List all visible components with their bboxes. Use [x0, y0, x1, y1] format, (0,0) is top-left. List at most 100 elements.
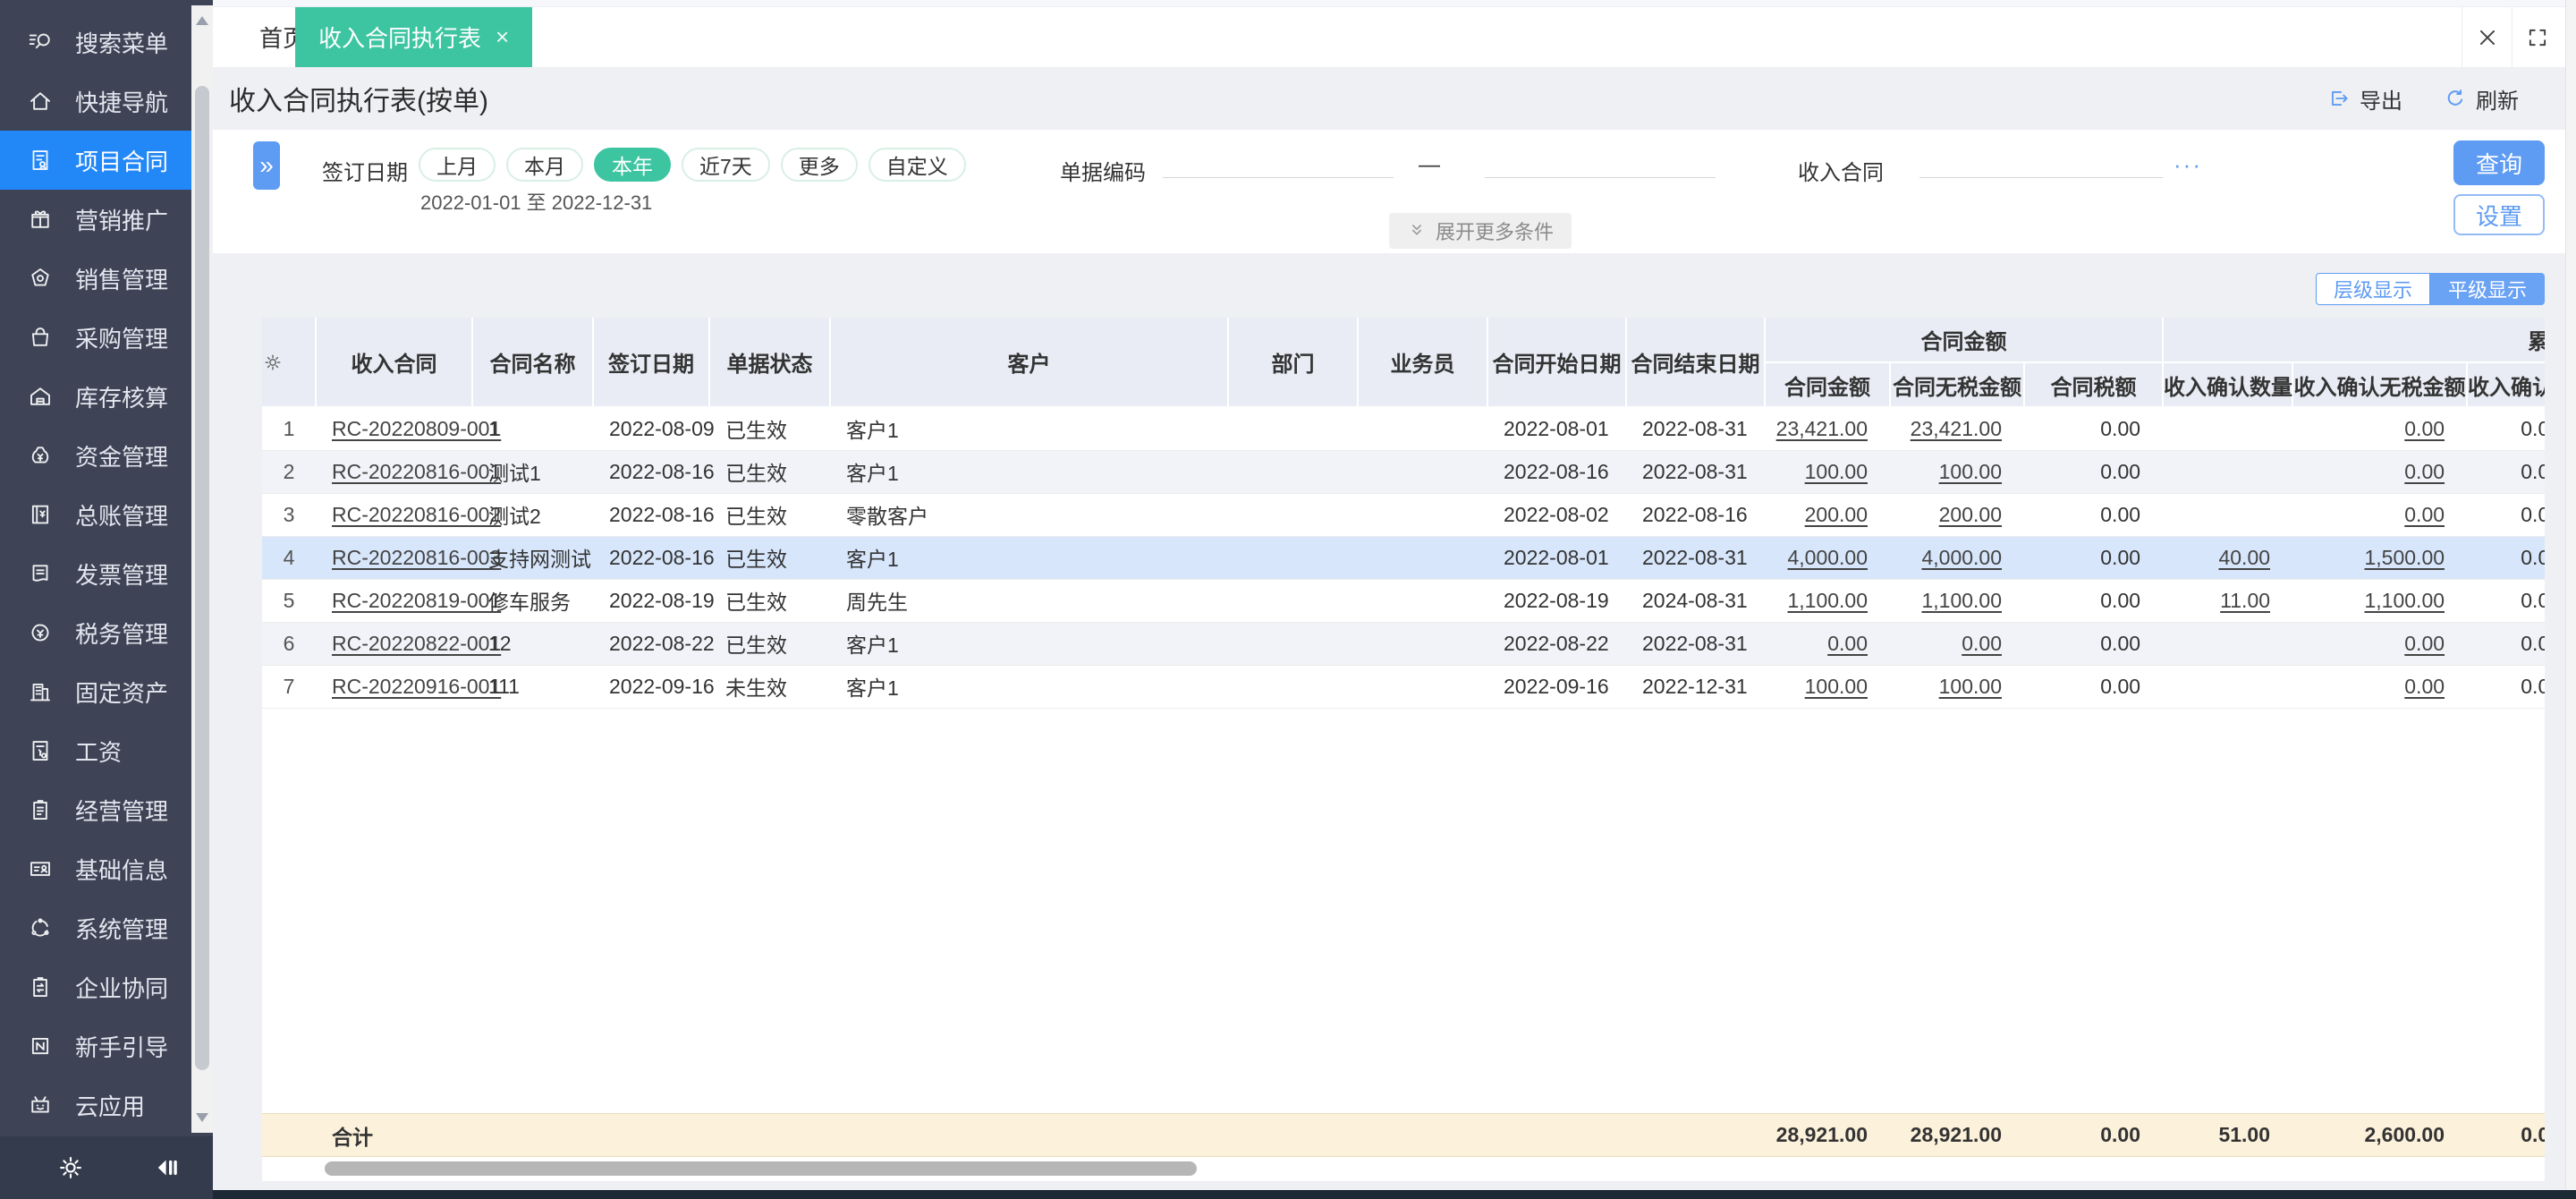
- doc-code-from-input[interactable]: [1163, 140, 1394, 178]
- sidebar-item-clipboard[interactable]: 经营管理: [0, 780, 191, 839]
- scroll-down-arrow-icon[interactable]: [196, 1113, 208, 1122]
- sidebar-item-guide[interactable]: 新手引导: [0, 1016, 191, 1076]
- contract-code-link[interactable]: RC-20220809-001: [332, 417, 501, 440]
- sidebar-item-search[interactable]: 搜索菜单: [0, 13, 191, 72]
- amount-link[interactable]: 23,421.00: [1776, 417, 1868, 440]
- date-pill[interactable]: 本年: [594, 148, 671, 182]
- sidebar-item-moneybag[interactable]: 资金管理: [0, 426, 191, 485]
- sidebar-item-bag[interactable]: 采购管理: [0, 308, 191, 367]
- contract-code-link[interactable]: RC-20220816-002: [332, 503, 501, 526]
- refresh-button[interactable]: 刷新: [2444, 83, 2519, 115]
- sidebar-item-salary[interactable]: 工资: [0, 721, 191, 780]
- tab-close-icon[interactable]: ×: [496, 23, 509, 51]
- scroll-up-arrow-icon[interactable]: [196, 16, 208, 25]
- expand-more-conditions-button[interactable]: 展开更多条件: [1389, 213, 1572, 249]
- amount-link[interactable]: 0.00: [2404, 503, 2445, 526]
- column-header[interactable]: 收入确认税额: [2467, 362, 2545, 408]
- close-icon[interactable]: [2462, 7, 2512, 67]
- amount-link[interactable]: 1,100.00: [1921, 589, 2002, 612]
- vertical-scrollbar[interactable]: [2565, 0, 2576, 1190]
- amount-link[interactable]: 100.00: [1805, 675, 1868, 698]
- settings-button[interactable]: 设置: [2453, 194, 2545, 235]
- date-pill[interactable]: 更多: [780, 148, 858, 182]
- amount-link[interactable]: 40.00: [2218, 546, 2270, 569]
- column-header[interactable]: 客户: [830, 318, 1229, 408]
- table-row[interactable]: 5 RC-20220819-001 修车服务 2022-08-19 已生效 周先生 2022…: [262, 579, 2545, 623]
- amount-link[interactable]: 4,000.00: [1921, 546, 2002, 569]
- date-pill[interactable]: 上月: [419, 148, 496, 182]
- amount-link[interactable]: 0.00: [2404, 417, 2445, 440]
- amount-link[interactable]: 0.00: [2404, 460, 2445, 483]
- query-button[interactable]: 查询: [2453, 140, 2545, 185]
- column-header[interactable]: 合同开始日期: [1487, 318, 1627, 408]
- sidebar-item-contract[interactable]: 项目合同: [0, 131, 191, 190]
- column-header[interactable]: 收入确认数量: [2163, 362, 2294, 408]
- amount-link[interactable]: 0.00: [2404, 675, 2445, 698]
- sidebar-item-invoice[interactable]: 发票管理: [0, 544, 191, 603]
- column-header[interactable]: 合同金额: [1765, 362, 1891, 408]
- date-pill[interactable]: 自定义: [868, 148, 966, 182]
- sidebar-scrollbar-thumb[interactable]: [195, 86, 209, 1070]
- date-pill[interactable]: 近7天: [682, 148, 770, 182]
- contract-code-link[interactable]: RC-20220816-001: [332, 460, 501, 483]
- amount-link[interactable]: 200.00: [1939, 503, 2002, 526]
- filter-collapse-button[interactable]: »: [253, 141, 280, 190]
- date-pill[interactable]: 本月: [506, 148, 583, 182]
- sidebar-item-warehouse[interactable]: 库存核算: [0, 367, 191, 426]
- flat-display-button[interactable]: 平级显示: [2430, 273, 2545, 305]
- more-options-ellipsis-icon[interactable]: ···: [2174, 151, 2202, 179]
- contract-code-link[interactable]: RC-20220916-001: [332, 675, 501, 698]
- sidebar-item-cloudapp[interactable]: 云应用: [0, 1076, 191, 1135]
- sidebar-item-system[interactable]: 系统管理: [0, 898, 191, 957]
- horizontal-scrollbar[interactable]: [262, 1157, 2545, 1181]
- collapse-sidebar-icon[interactable]: [152, 1152, 182, 1183]
- doc-code-to-input[interactable]: [1485, 140, 1716, 178]
- amount-link[interactable]: 100.00: [1939, 675, 2002, 698]
- column-header[interactable]: 合同税额: [2024, 362, 2165, 408]
- tab-income-contract-report[interactable]: 收入合同执行表 ×: [295, 7, 533, 67]
- column-header[interactable]: 部门: [1228, 318, 1359, 408]
- table-row[interactable]: 7 RC-20220916-001 111 2022-09-16 未生效 客户1 2022-…: [262, 665, 2545, 709]
- amount-link[interactable]: 100.00: [1805, 460, 1868, 483]
- contract-code-link[interactable]: RC-20220816-003: [332, 546, 501, 569]
- column-header[interactable]: 收入确认无税金额: [2292, 362, 2469, 408]
- sidebar-item-home[interactable]: 快捷导航: [0, 72, 191, 131]
- column-header[interactable]: 合同结束日期: [1626, 318, 1766, 408]
- column-header[interactable]: 单据状态: [709, 318, 831, 408]
- sidebar-item-ledger[interactable]: 总账管理: [0, 485, 191, 544]
- amount-link[interactable]: 100.00: [1939, 460, 2002, 483]
- table-row[interactable]: 2 RC-20220816-001 测试1 2022-08-16 已生效 客户1 2022-…: [262, 450, 2545, 494]
- amount-link[interactable]: 0.00: [1962, 632, 2002, 655]
- income-contract-input[interactable]: [1919, 140, 2163, 178]
- table-row[interactable]: 1 RC-20220809-001 1 2022-08-09 已生效 客户1 2022-08…: [262, 407, 2545, 451]
- sidebar-item-idcard[interactable]: 基础信息: [0, 839, 191, 898]
- sidebar-item-gift[interactable]: 营销推广: [0, 190, 191, 249]
- amount-link[interactable]: 0.00: [1827, 632, 1868, 655]
- settings-gear-icon[interactable]: [55, 1152, 86, 1183]
- amount-link[interactable]: 11.00: [2220, 589, 2270, 612]
- table-row[interactable]: 3 RC-20220816-002 测试2 2022-08-16 已生效 零散客户 2022…: [262, 493, 2545, 537]
- amount-link[interactable]: 1,500.00: [2365, 546, 2445, 569]
- column-header[interactable]: 业务员: [1358, 318, 1488, 408]
- contract-code-link[interactable]: RC-20220822-001: [332, 632, 501, 655]
- amount-link[interactable]: 4,000.00: [1787, 546, 1868, 569]
- column-header[interactable]: 签订日期: [593, 318, 710, 408]
- date-range-value[interactable]: 2022-01-01 至 2022-12-31: [420, 187, 652, 216]
- amount-link[interactable]: 0.00: [2404, 632, 2445, 655]
- hierarchy-display-button[interactable]: 层级显示: [2316, 273, 2430, 305]
- column-header[interactable]: 收入合同: [316, 318, 473, 408]
- sidebar-scrollbar[interactable]: [191, 5, 213, 1133]
- amount-link[interactable]: 1,100.00: [2365, 589, 2445, 612]
- amount-link[interactable]: 23,421.00: [1911, 417, 2002, 440]
- horizontal-scrollbar-thumb[interactable]: [325, 1161, 1197, 1176]
- amount-link[interactable]: 200.00: [1805, 503, 1868, 526]
- export-button[interactable]: 导出: [2327, 83, 2402, 115]
- contract-code-link[interactable]: RC-20220819-001: [332, 589, 501, 612]
- column-settings-gear-icon[interactable]: [262, 318, 317, 408]
- column-header[interactable]: 合同无税金额: [1890, 362, 2025, 408]
- sidebar-item-collab[interactable]: 企业协同: [0, 957, 191, 1016]
- column-header[interactable]: 合同名称: [472, 318, 594, 408]
- sidebar-item-tax[interactable]: 税务管理: [0, 603, 191, 662]
- amount-link[interactable]: 1,100.00: [1787, 589, 1868, 612]
- sidebar-item-building[interactable]: 固定资产: [0, 662, 191, 721]
